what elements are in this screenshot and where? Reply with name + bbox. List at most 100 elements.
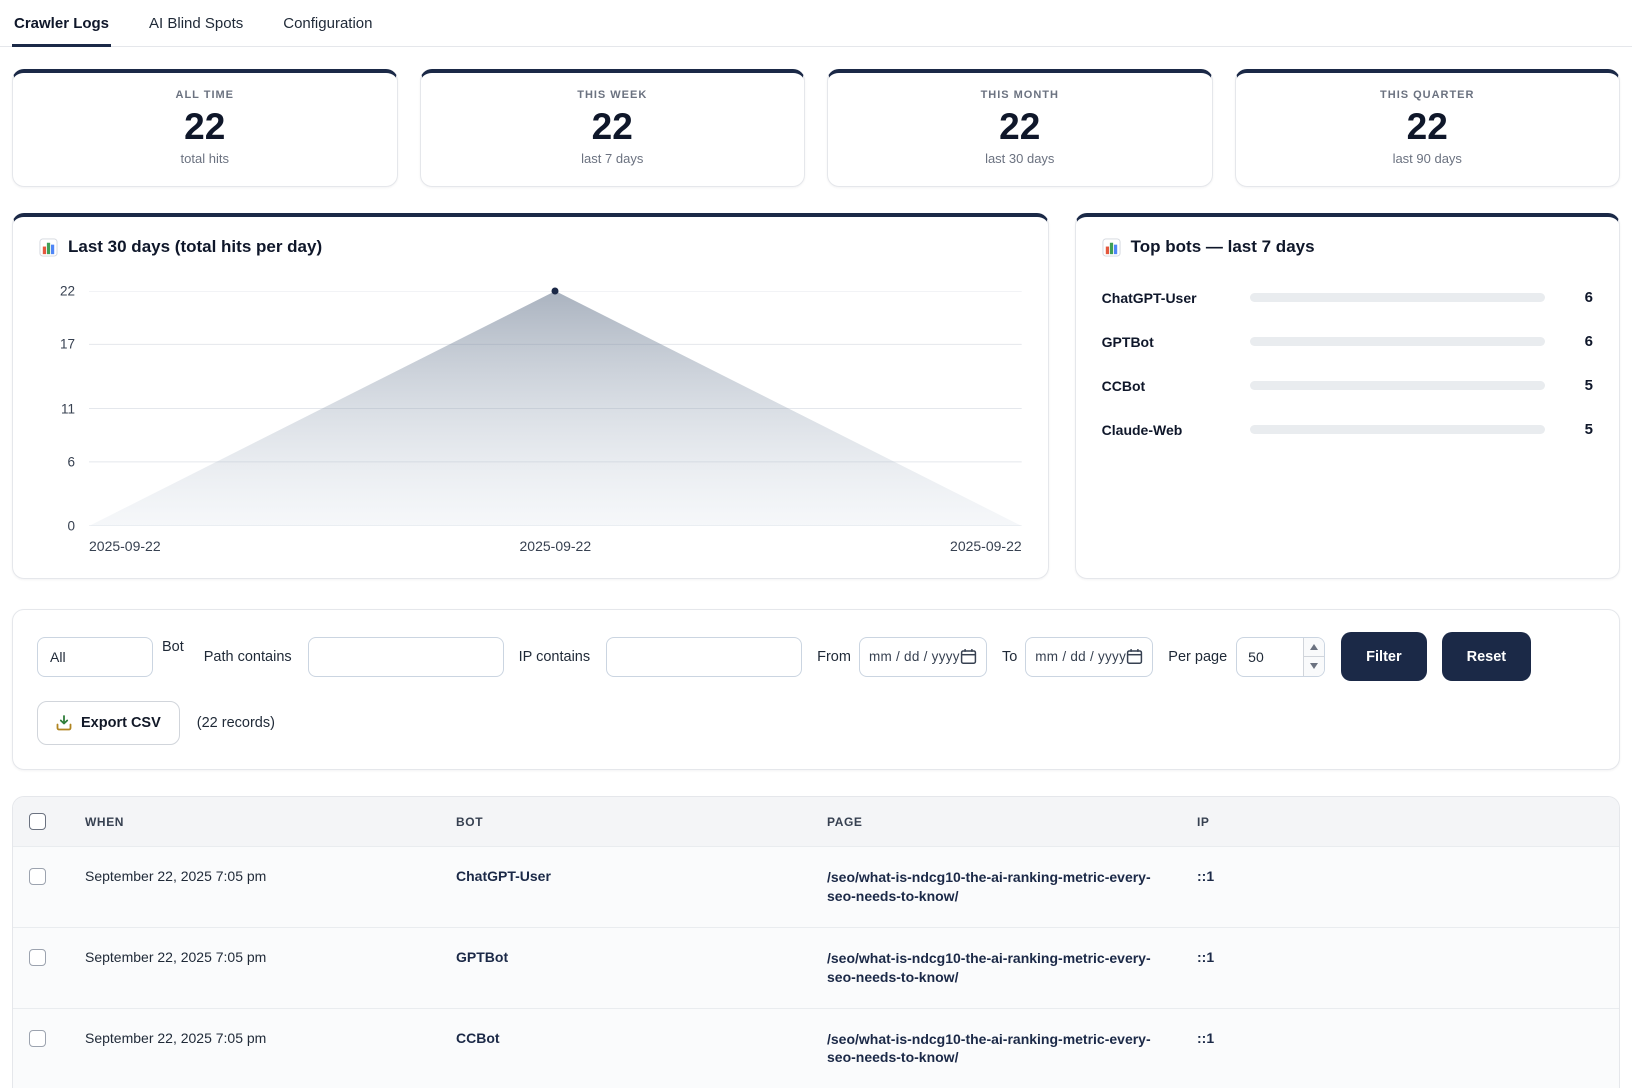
row-checkbox[interactable] xyxy=(29,868,46,885)
bot-hit-count: 6 xyxy=(1545,289,1593,306)
y-axis-labels: 06111722 xyxy=(39,291,89,526)
bot-bar-track xyxy=(1250,425,1545,434)
bar-chart-icon xyxy=(1102,238,1121,257)
row-checkbox[interactable] xyxy=(29,949,46,966)
stat-card-all-time: ALL TIME 22 total hits xyxy=(12,69,398,187)
header-page: PAGE xyxy=(811,797,1181,847)
ip-contains-label: IP contains xyxy=(519,649,590,665)
header-ip: IP xyxy=(1181,797,1619,847)
calendar-icon[interactable] xyxy=(1126,648,1143,665)
bot-bar-row: CCBot 5 xyxy=(1102,377,1593,394)
daily-hits-panel: Last 30 days (total hits per day) 061117… xyxy=(12,213,1049,579)
from-date-label: From xyxy=(817,649,851,665)
stat-value: 22 xyxy=(23,106,387,148)
select-all-checkbox[interactable] xyxy=(29,813,46,830)
spinner-up-icon[interactable] xyxy=(1304,638,1324,657)
stats-row: ALL TIME 22 total hits THIS WEEK 22 last… xyxy=(12,69,1620,187)
header-bot: BOT xyxy=(440,797,811,847)
export-csv-label: Export CSV xyxy=(81,715,161,731)
daily-hits-title-row: Last 30 days (total hits per day) xyxy=(39,237,1022,257)
bot-name: ChatGPT-User xyxy=(1102,290,1250,306)
area-svg xyxy=(89,291,1022,526)
bot-name: GPTBot xyxy=(1102,334,1250,350)
path-contains-input[interactable] xyxy=(308,637,504,677)
date-placeholder: mm / dd / yyyy xyxy=(1035,649,1126,664)
from-date-input[interactable]: mm / dd / yyyy xyxy=(859,637,987,677)
stat-card-this-month: THIS MONTH 22 last 30 days xyxy=(827,69,1213,187)
tab-crawler-logs[interactable]: Crawler Logs xyxy=(12,0,111,47)
cell-when: September 22, 2025 7:05 pm xyxy=(69,1008,440,1088)
to-date-label: To xyxy=(1002,649,1017,665)
bot-bar-row: GPTBot 6 xyxy=(1102,333,1593,350)
stat-value: 22 xyxy=(431,106,795,148)
header-when: WHEN xyxy=(69,797,440,847)
cell-bot: ChatGPT-User xyxy=(440,847,811,928)
x-axis-labels: 2025-09-22 2025-09-22 2025-09-22 xyxy=(39,538,1022,554)
bot-select-label: Bot xyxy=(162,639,184,655)
x-tick-label: 2025-09-22 xyxy=(950,538,1022,554)
top-bots-panel: Top bots — last 7 days ChatGPT-User 6 GP… xyxy=(1075,213,1620,579)
bot-select[interactable]: All xyxy=(37,637,153,677)
per-page-input[interactable]: 50 xyxy=(1236,637,1325,677)
stat-label: ALL TIME xyxy=(23,89,387,101)
bot-hit-count: 6 xyxy=(1545,333,1593,350)
peak-data-point xyxy=(552,288,559,295)
y-tick-label: 11 xyxy=(61,401,75,416)
path-contains-label: Path contains xyxy=(204,649,292,665)
bot-bar-track xyxy=(1250,381,1545,390)
per-page-value: 50 xyxy=(1237,638,1303,676)
cell-when: September 22, 2025 7:05 pm xyxy=(69,847,440,928)
table-row: September 22, 2025 7:05 pm ChatGPT-User … xyxy=(13,847,1619,928)
bot-bar-row: Claude-Web 5 xyxy=(1102,421,1593,438)
bot-name: CCBot xyxy=(1102,378,1250,394)
table-row: September 22, 2025 7:05 pm GPTBot /seo/w… xyxy=(13,927,1619,1008)
date-placeholder: mm / dd / yyyy xyxy=(869,649,960,664)
bot-bar-list: ChatGPT-User 6 GPTBot 6 CCBot 5 Claude-W… xyxy=(1102,289,1593,438)
bot-bar-track xyxy=(1250,337,1545,346)
table-header-row: WHEN BOT PAGE IP xyxy=(13,797,1619,847)
cell-ip: ::1 xyxy=(1181,847,1619,928)
cell-bot: CCBot xyxy=(440,1008,811,1088)
per-page-label: Per page xyxy=(1168,649,1227,665)
cell-bot: GPTBot xyxy=(440,927,811,1008)
daily-hits-title: Last 30 days (total hits per day) xyxy=(68,237,322,257)
bot-bar-row: ChatGPT-User 6 xyxy=(1102,289,1593,306)
bar-chart-icon xyxy=(39,238,58,257)
ip-contains-input[interactable] xyxy=(606,637,802,677)
cell-page: /seo/what-is-ndcg10-the-ai-ranking-metri… xyxy=(811,847,1181,928)
stat-sublabel: total hits xyxy=(23,151,387,166)
x-tick-label: 2025-09-22 xyxy=(89,538,161,554)
record-count: (22 records) xyxy=(197,715,275,731)
stat-value: 22 xyxy=(838,106,1202,148)
to-date-input[interactable]: mm / dd / yyyy xyxy=(1025,637,1153,677)
stat-card-this-week: THIS WEEK 22 last 7 days xyxy=(420,69,806,187)
table-row: September 22, 2025 7:05 pm CCBot /seo/wh… xyxy=(13,1008,1619,1088)
top-bots-title-row: Top bots — last 7 days xyxy=(1102,237,1593,257)
stat-sublabel: last 90 days xyxy=(1246,151,1610,166)
row-checkbox[interactable] xyxy=(29,1030,46,1047)
cell-when: September 22, 2025 7:05 pm xyxy=(69,927,440,1008)
cell-page: /seo/what-is-ndcg10-the-ai-ranking-metri… xyxy=(811,1008,1181,1088)
spinner-down-icon[interactable] xyxy=(1304,656,1324,676)
stat-value: 22 xyxy=(1246,106,1610,148)
export-row: Export CSV (22 records) xyxy=(37,701,1595,745)
stat-sublabel: last 30 days xyxy=(838,151,1202,166)
export-csv-button[interactable]: Export CSV xyxy=(37,701,180,745)
calendar-icon[interactable] xyxy=(960,648,977,665)
stat-label: THIS MONTH xyxy=(838,89,1202,101)
bot-name: Claude-Web xyxy=(1102,422,1250,438)
y-tick-label: 6 xyxy=(67,454,75,469)
x-tick-label: 2025-09-22 xyxy=(520,538,592,554)
filter-button[interactable]: Filter xyxy=(1341,632,1426,681)
filter-panel: All Bot Path contains IP contains From m… xyxy=(12,609,1620,770)
tab-configuration[interactable]: Configuration xyxy=(281,0,374,47)
crawler-log-table-card: WHEN BOT PAGE IP September 22, 2025 7:05… xyxy=(12,796,1620,1088)
y-tick-label: 0 xyxy=(67,519,75,534)
stat-label: THIS QUARTER xyxy=(1246,89,1610,101)
tab-ai-blind-spots[interactable]: AI Blind Spots xyxy=(147,0,245,47)
filter-controls-row: All Bot Path contains IP contains From m… xyxy=(37,632,1595,681)
area-chart: 06111722 xyxy=(39,291,1022,526)
top-tabs: Crawler Logs AI Blind Spots Configuratio… xyxy=(0,0,1632,47)
reset-button[interactable]: Reset xyxy=(1442,632,1532,681)
area-plot xyxy=(89,291,1022,526)
